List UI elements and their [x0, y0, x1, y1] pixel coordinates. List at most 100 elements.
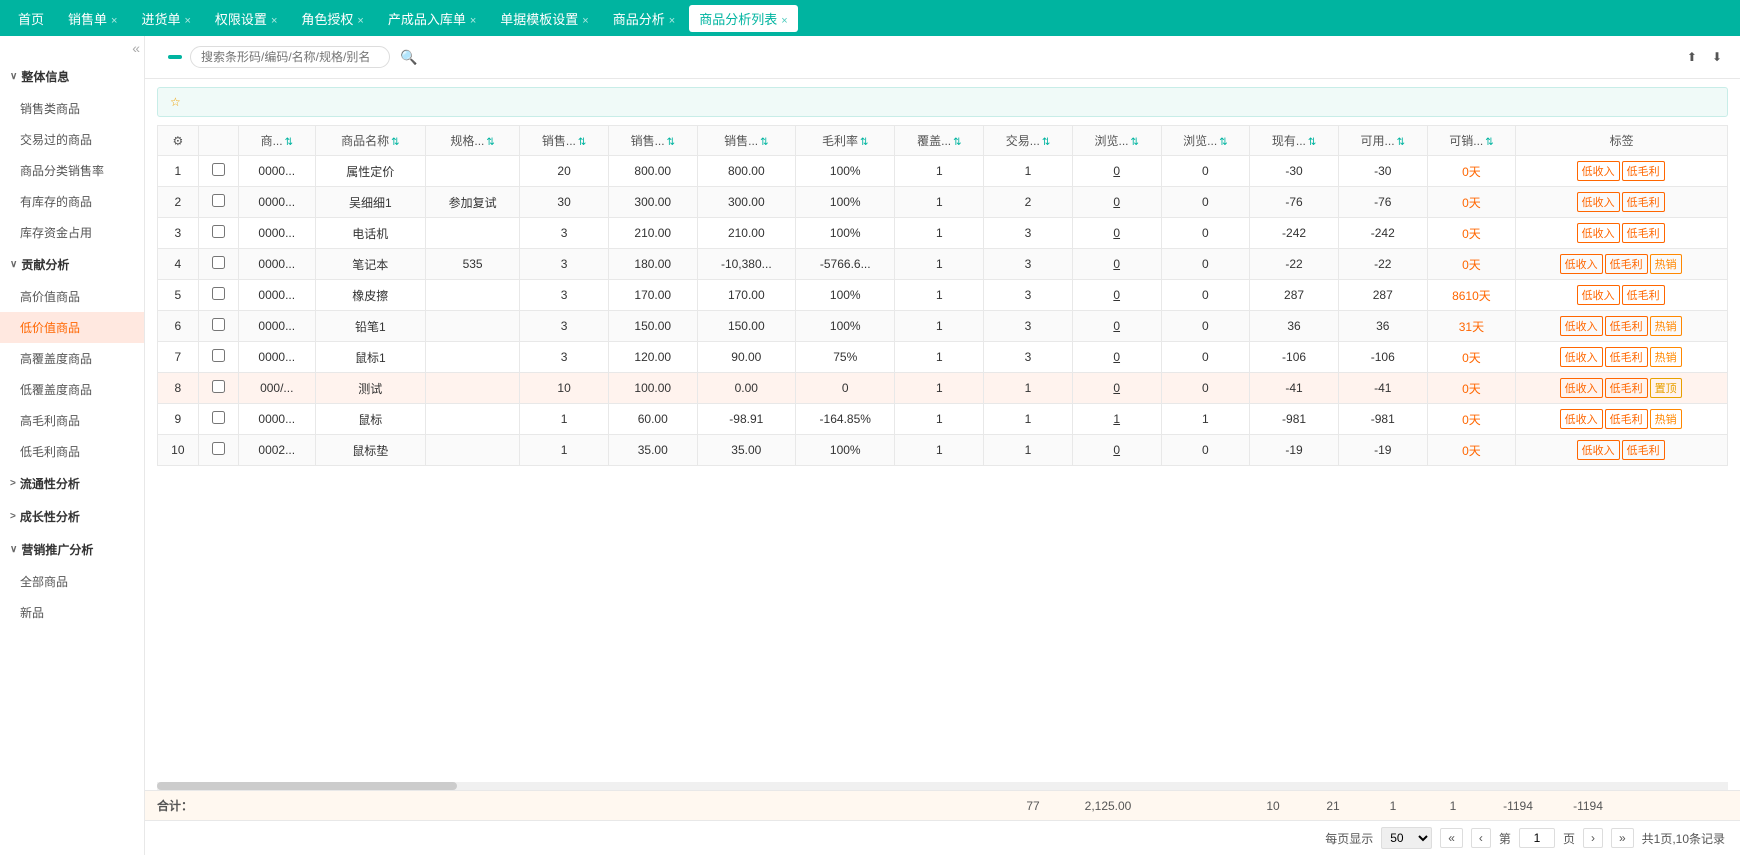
scroll-bar-area[interactable]	[157, 782, 1728, 790]
cell-checkbox[interactable]	[198, 311, 238, 342]
browse1-link[interactable]: 0	[1113, 257, 1120, 271]
col-header-spec[interactable]: 规格...⇅	[425, 126, 519, 156]
row-checkbox[interactable]	[212, 194, 225, 207]
cell-browse1[interactable]: 0	[1072, 373, 1161, 404]
row-checkbox[interactable]	[212, 225, 225, 238]
nav-item-权限设置[interactable]: 权限设置×	[205, 5, 287, 32]
browse1-link[interactable]: 0	[1113, 226, 1120, 240]
nav-close-icon[interactable]: ×	[470, 15, 476, 27]
scroll-bar-thumb[interactable]	[157, 782, 457, 790]
next-page-button[interactable]: ›	[1583, 828, 1603, 848]
nav-item-首页[interactable]: 首页	[8, 5, 54, 32]
cell-checkbox[interactable]	[198, 156, 238, 187]
sidebar-item-有库存的商品[interactable]: 有库存的商品	[0, 186, 144, 217]
row-checkbox[interactable]	[212, 380, 225, 393]
sidebar-item-商品分类销售率[interactable]: 商品分类销售率	[0, 155, 144, 186]
time-badge[interactable]	[168, 55, 182, 59]
nav-close-icon[interactable]: ×	[669, 15, 675, 27]
nav-close-icon[interactable]: ×	[582, 15, 588, 27]
last-page-button[interactable]: »	[1611, 828, 1634, 848]
sidebar-item-低价值商品[interactable]: 低价值商品	[0, 312, 144, 343]
nav-item-单据模板设置[interactable]: 单据模板设置×	[490, 5, 598, 32]
nav-close-icon[interactable]: ×	[271, 15, 277, 27]
nav-close-icon[interactable]: ×	[184, 15, 190, 27]
col-header-available[interactable]: 可用...⇅	[1338, 126, 1427, 156]
col-header-saleable[interactable]: 可销...⇅	[1427, 126, 1516, 156]
row-checkbox[interactable]	[212, 256, 225, 269]
cell-checkbox[interactable]	[198, 435, 238, 466]
sidebar-section-营销推广分析[interactable]: ∨营销推广分析	[0, 533, 144, 566]
row-checkbox[interactable]	[212, 287, 225, 300]
row-checkbox[interactable]	[212, 442, 225, 455]
browse1-link[interactable]: 0	[1113, 350, 1120, 364]
browse1-link[interactable]: 1	[1113, 412, 1120, 426]
cell-browse1[interactable]: 0	[1072, 435, 1161, 466]
col-header-sales_amt[interactable]: 销售...⇅	[608, 126, 697, 156]
col-header-browse1[interactable]: 浏览...⇅	[1072, 126, 1161, 156]
nav-close-icon[interactable]: ×	[111, 15, 117, 27]
cell-browse1[interactable]: 0	[1072, 280, 1161, 311]
cell-browse1[interactable]: 0	[1072, 187, 1161, 218]
sidebar-section-成长性分析[interactable]: >成长性分析	[0, 500, 144, 533]
col-header-sales_qty[interactable]: 销售...⇅	[520, 126, 609, 156]
sidebar-item-库存资金占用[interactable]: 库存资金占用	[0, 217, 144, 248]
share-button[interactable]: ⬆	[1687, 50, 1700, 64]
sidebar-item-低毛利商品[interactable]: 低毛利商品	[0, 436, 144, 467]
col-header-browse2[interactable]: 浏览...⇅	[1161, 126, 1250, 156]
col-header-trade[interactable]: 交易...⇅	[984, 126, 1073, 156]
col-header-sales_cost[interactable]: 销售...⇅	[697, 126, 795, 156]
cell-browse1[interactable]: 0	[1072, 218, 1161, 249]
cell-checkbox[interactable]	[198, 404, 238, 435]
sidebar-item-销售类商品[interactable]: 销售类商品	[0, 93, 144, 124]
nav-close-icon[interactable]: ×	[781, 15, 787, 27]
cell-browse1[interactable]: 0	[1072, 249, 1161, 280]
cell-browse1[interactable]: 0	[1072, 311, 1161, 342]
sidebar-item-新品[interactable]: 新品	[0, 597, 144, 628]
browse1-link[interactable]: 0	[1113, 288, 1120, 302]
nav-item-销售单[interactable]: 销售单×	[58, 5, 127, 32]
nav-close-icon[interactable]: ×	[357, 15, 363, 27]
nav-item-商品分析列表[interactable]: 商品分析列表×	[689, 5, 797, 32]
page-input[interactable]	[1519, 828, 1555, 848]
browse1-link[interactable]: 0	[1113, 195, 1120, 209]
cell-checkbox[interactable]	[198, 218, 238, 249]
prev-page-button[interactable]: ‹	[1471, 828, 1491, 848]
cell-checkbox[interactable]	[198, 280, 238, 311]
row-checkbox[interactable]	[212, 411, 225, 424]
col-header-gross_rate[interactable]: 毛利率⇅	[796, 126, 895, 156]
nav-item-商品分析[interactable]: 商品分析×	[603, 5, 685, 32]
per-page-select[interactable]: 50 100	[1381, 827, 1432, 849]
export-button[interactable]: ⬇	[1712, 50, 1725, 64]
cell-checkbox[interactable]	[198, 342, 238, 373]
sidebar-item-交易过的商品[interactable]: 交易过的商品	[0, 124, 144, 155]
cell-checkbox[interactable]	[198, 187, 238, 218]
cell-browse1[interactable]: 0	[1072, 342, 1161, 373]
browse1-link[interactable]: 0	[1113, 319, 1120, 333]
col-header-current[interactable]: 现有...⇅	[1250, 126, 1339, 156]
sidebar-item-低覆盖度商品[interactable]: 低覆盖度商品	[0, 374, 144, 405]
sidebar-item-高覆盖度商品[interactable]: 高覆盖度商品	[0, 343, 144, 374]
nav-item-产成品入库单[interactable]: 产成品入库单×	[378, 5, 486, 32]
search-icon[interactable]: 🔍	[400, 49, 417, 66]
sidebar-section-整体信息[interactable]: ∨整体信息	[0, 60, 144, 93]
sidebar-section-流通性分析[interactable]: >流通性分析	[0, 467, 144, 500]
sidebar-section-贡献分析[interactable]: ∨贡献分析	[0, 248, 144, 281]
cell-checkbox[interactable]	[198, 249, 238, 280]
nav-item-进货单[interactable]: 进货单×	[131, 5, 200, 32]
browse1-link[interactable]: 0	[1113, 381, 1120, 395]
sidebar-item-高毛利商品[interactable]: 高毛利商品	[0, 405, 144, 436]
browse1-link[interactable]: 0	[1113, 443, 1120, 457]
cell-checkbox[interactable]	[198, 373, 238, 404]
sidebar-collapse-button[interactable]: «	[0, 36, 144, 60]
sidebar-item-全部商品[interactable]: 全部商品	[0, 566, 144, 597]
row-checkbox[interactable]	[212, 318, 225, 331]
cell-browse1[interactable]: 1	[1072, 404, 1161, 435]
search-input[interactable]	[190, 46, 390, 68]
col-header-name[interactable]: 商品名称⇅	[315, 126, 425, 156]
row-checkbox[interactable]	[212, 163, 225, 176]
sidebar-item-高价值商品[interactable]: 高价值商品	[0, 281, 144, 312]
row-checkbox[interactable]	[212, 349, 225, 362]
col-header-code[interactable]: 商...⇅	[238, 126, 315, 156]
cell-browse1[interactable]: 0	[1072, 156, 1161, 187]
col-header-coverage[interactable]: 覆盖...⇅	[895, 126, 984, 156]
